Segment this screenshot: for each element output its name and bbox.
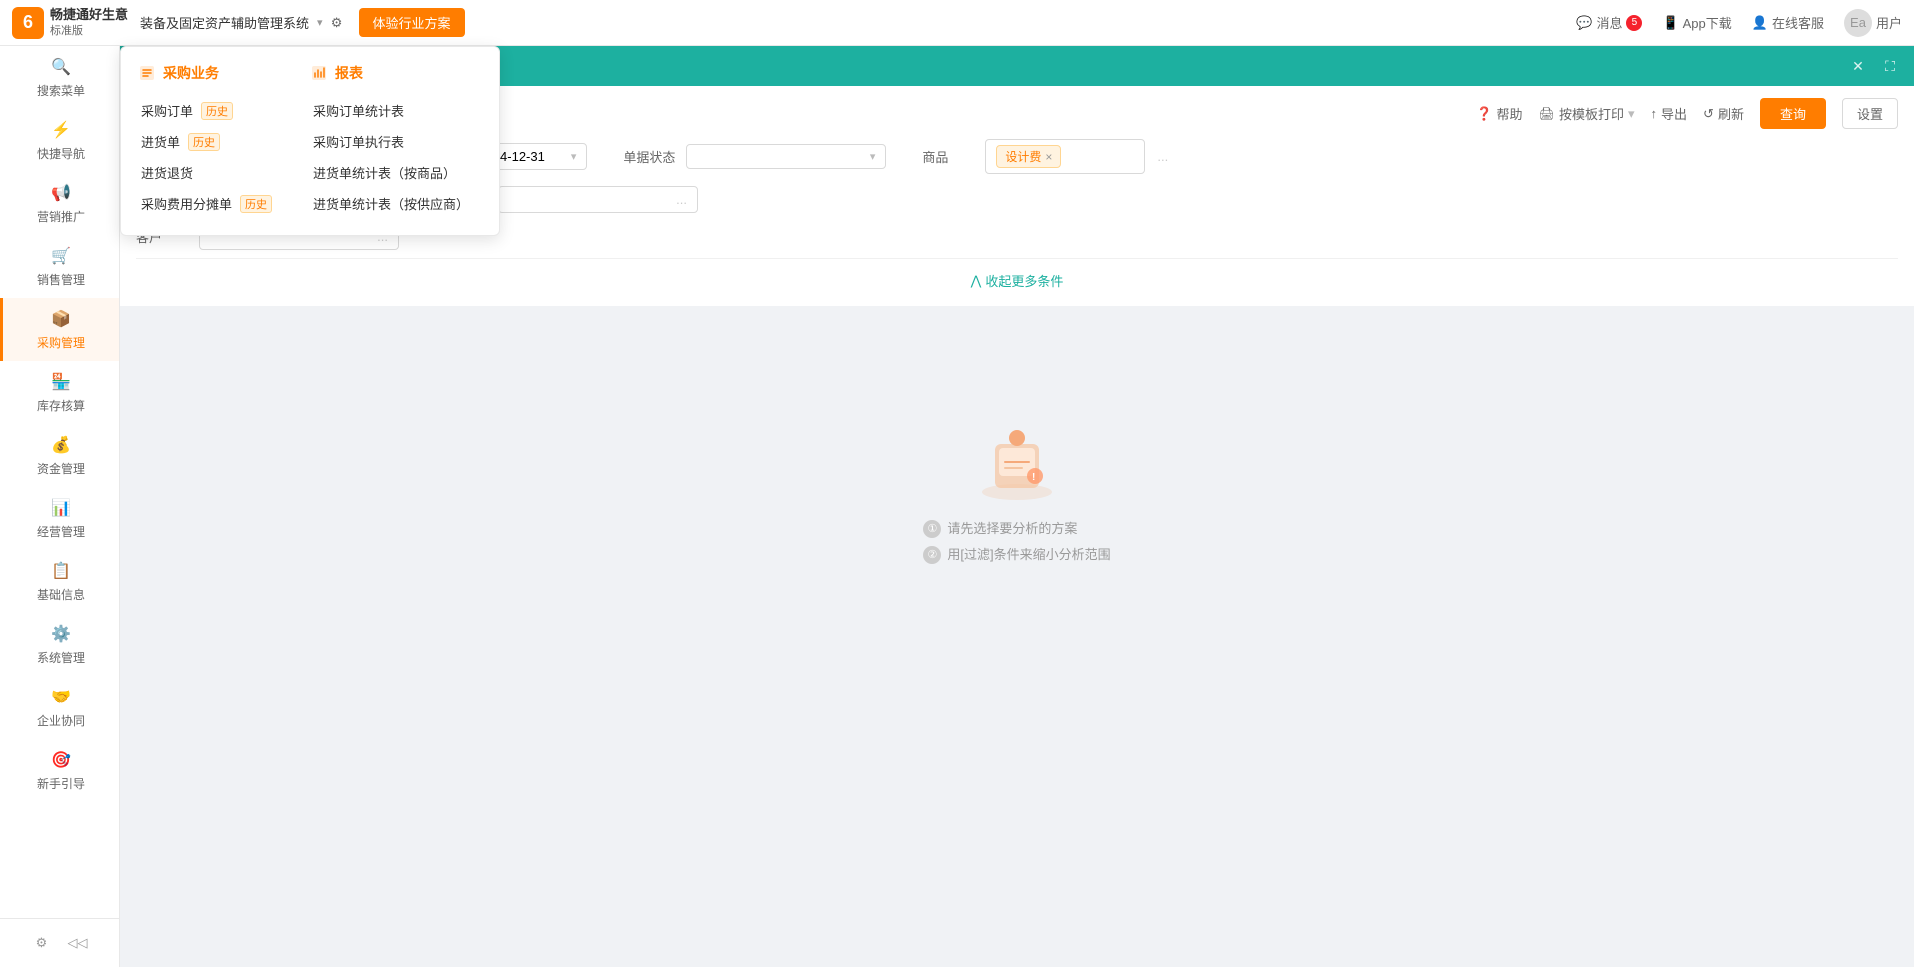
- goods-input[interactable]: 设计费 ×: [985, 139, 1145, 174]
- collapse-up-icon: ⋀: [971, 273, 982, 289]
- sidebar-item-marketing[interactable]: 📢 营销推广: [0, 172, 119, 235]
- system-title[interactable]: 装备及固定资产辅助管理系统 ▾: [140, 13, 323, 32]
- report-col-title: 报表: [309, 63, 473, 83]
- top-bar: 6 畅捷通好生意 标准版 装备及固定资产辅助管理系统 ▾ ⚙ 体验行业方案 💬 …: [0, 0, 1914, 46]
- collapse-button[interactable]: ⋀ 收起更多条件: [963, 267, 1072, 294]
- report-title-icon: [309, 63, 329, 83]
- empty-tips: ① 请先选择要分析的方案 ② 用[过滤]条件来缩小分析范围: [923, 516, 1110, 568]
- empty-state: ! ① 请先选择要分析的方案 ② 用[过滤]条件来缩小分析范围: [120, 306, 1914, 686]
- sidebar-collapse-button[interactable]: ◁◁: [62, 927, 94, 959]
- collapse-row: ⋀ 收起更多条件: [136, 267, 1898, 294]
- dropdown-item-purchase-receipt[interactable]: 进货单 历史: [137, 126, 277, 157]
- step1-circle: ①: [923, 520, 941, 538]
- settings-icon[interactable]: ⚙: [323, 9, 351, 37]
- marketing-icon: 📢: [50, 182, 72, 204]
- dropdown-item-receipt-stats-supplier[interactable]: 进货单统计表（按供应商）: [309, 188, 473, 219]
- sidebar-bottom: ⚙ ◁◁: [0, 918, 119, 967]
- logo-icon: 6: [12, 7, 44, 39]
- print-arrow-icon: ▾: [1628, 106, 1635, 122]
- basic-info-icon: 📋: [50, 560, 72, 582]
- tab-maximize-button[interactable]: ⛶: [1878, 54, 1902, 78]
- svg-text:!: !: [1032, 472, 1035, 483]
- goods-label: 商品: [922, 147, 977, 166]
- purchase-business-title: 采购业务: [137, 63, 277, 83]
- purchase-business-col: 采购业务 采购订单 历史 进货单 历史 进货退货 采购费用分摊单 历史: [137, 63, 277, 219]
- export-icon: ↑: [1651, 106, 1658, 121]
- date-end-arrow-icon: ▾: [571, 150, 577, 163]
- tab-bar-actions: ✕ ⛶: [1846, 54, 1914, 78]
- empty-illustration: !: [967, 424, 1067, 504]
- search-icon: 🔍: [50, 56, 72, 78]
- inventory-icon: 🏪: [50, 371, 72, 393]
- operations-icon: 📊: [50, 497, 72, 519]
- app-download-button[interactable]: 📱 App下载: [1662, 13, 1731, 32]
- purchase-dropdown-menu: 采购业务 采购订单 历史 进货单 历史 进货退货 采购费用分摊单 历史: [120, 46, 500, 236]
- sidebar-item-system[interactable]: ⚙️ 系统管理: [0, 613, 119, 676]
- message-icon: 💬: [1576, 15, 1592, 31]
- history-badge-purchase-order: 历史: [201, 102, 233, 120]
- lightning-icon: ⚡: [50, 119, 72, 141]
- sales-icon: 🛒: [50, 245, 72, 267]
- history-badge-receipt: 历史: [188, 133, 220, 151]
- goods-tag-remove-button[interactable]: ×: [1045, 150, 1052, 164]
- purchase-title-icon: [137, 63, 157, 83]
- sidebar-item-search[interactable]: 🔍 搜索菜单: [0, 46, 119, 109]
- mobile-icon: 📱: [1662, 15, 1678, 31]
- dropdown-item-receipt-stats-goods[interactable]: 进货单统计表（按商品）: [309, 157, 473, 188]
- settings-button[interactable]: 设置: [1842, 98, 1898, 129]
- message-badge: 5: [1626, 15, 1642, 31]
- step2-circle: ②: [923, 546, 941, 564]
- report-col: 报表 采购订单统计表 采购订单执行表 进货单统计表（按商品） 进货单统计表（按供…: [309, 63, 473, 219]
- sidebar-settings-button[interactable]: ⚙: [26, 927, 58, 959]
- sidebar-item-finance[interactable]: 💰 资金管理: [0, 424, 119, 487]
- doc-status-input[interactable]: ▾: [686, 144, 886, 169]
- goods-more-dots: ...: [1157, 149, 1168, 164]
- tab-close-all-button[interactable]: ✕: [1846, 54, 1870, 78]
- dropdown-item-purchase-order[interactable]: 采购订单 历史: [137, 95, 277, 126]
- avatar: Ea: [1844, 9, 1872, 37]
- sidebar-item-quick-nav[interactable]: ⚡ 快捷导航: [0, 109, 119, 172]
- industry-button[interactable]: 体验行业方案: [359, 8, 465, 37]
- purchase-icon: 📦: [50, 308, 72, 330]
- dropdown-item-po-stats[interactable]: 采购订单统计表: [309, 95, 473, 126]
- user-button[interactable]: Ea 用户: [1844, 9, 1902, 37]
- export-button[interactable]: ↑ 导出: [1651, 104, 1688, 123]
- sidebar-item-inventory[interactable]: 🏪 库存核算: [0, 361, 119, 424]
- sidebar-item-basic-info[interactable]: 📋 基础信息: [0, 550, 119, 613]
- online-service-button[interactable]: 👤 在线客服: [1752, 13, 1824, 32]
- refresh-icon: ↺: [1703, 106, 1714, 122]
- sidebar-item-purchase[interactable]: 📦 采购管理: [0, 298, 119, 361]
- message-button[interactable]: 💬 消息 5: [1576, 13, 1642, 32]
- sidebar-item-operations[interactable]: 📊 经营管理: [0, 487, 119, 550]
- sidebar-item-enterprise[interactable]: 🤝 企业协同: [0, 676, 119, 739]
- logo-text: 畅捷通好生意 标准版: [50, 7, 128, 38]
- dropdown-item-purchase-return[interactable]: 进货退货: [137, 157, 277, 188]
- help-icon: ❓: [1476, 106, 1492, 122]
- system-icon: ⚙️: [50, 623, 72, 645]
- enterprise-icon: 🤝: [50, 686, 72, 708]
- refresh-button[interactable]: ↺ 刷新: [1703, 104, 1744, 123]
- goods-filter-group: 商品 设计费 × ...: [922, 139, 1168, 174]
- sidebar: 🔍 搜索菜单 ⚡ 快捷导航 📢 营销推广 🛒 销售管理 📦 采购管理 🏪 库存核…: [0, 46, 120, 967]
- dropdown-item-purchase-expense[interactable]: 采购费用分摊单 历史: [137, 188, 277, 219]
- history-badge-expense: 历史: [240, 195, 272, 213]
- print-icon: 🖨: [1538, 106, 1555, 122]
- sidebar-item-guide[interactable]: 🎯 新手引导: [0, 739, 119, 802]
- guide-icon: 🎯: [50, 749, 72, 771]
- topbar-right: 💬 消息 5 📱 App下载 👤 在线客服 Ea 用户: [1576, 9, 1902, 37]
- doc-status-label: 单据状态: [623, 147, 678, 166]
- help-button[interactable]: ❓ 帮助: [1476, 104, 1522, 123]
- print-button[interactable]: 🖨 按模板打印 ▾: [1538, 104, 1634, 123]
- sidebar-item-sales[interactable]: 🛒 销售管理: [0, 235, 119, 298]
- goods-tag: 设计费 ×: [996, 145, 1061, 168]
- doc-status-filter-group: 单据状态 ▾: [623, 144, 886, 169]
- service-icon: 👤: [1752, 15, 1768, 31]
- logo: 6 畅捷通好生意 标准版: [12, 7, 132, 39]
- finance-icon: 💰: [50, 434, 72, 456]
- query-button[interactable]: 查询: [1760, 98, 1826, 129]
- salesperson-input[interactable]: ...: [498, 186, 698, 213]
- doc-status-arrow-icon: ▾: [870, 150, 876, 163]
- dropdown-item-po-exec[interactable]: 采购订单执行表: [309, 126, 473, 157]
- salesperson-more-dots: ...: [676, 192, 687, 207]
